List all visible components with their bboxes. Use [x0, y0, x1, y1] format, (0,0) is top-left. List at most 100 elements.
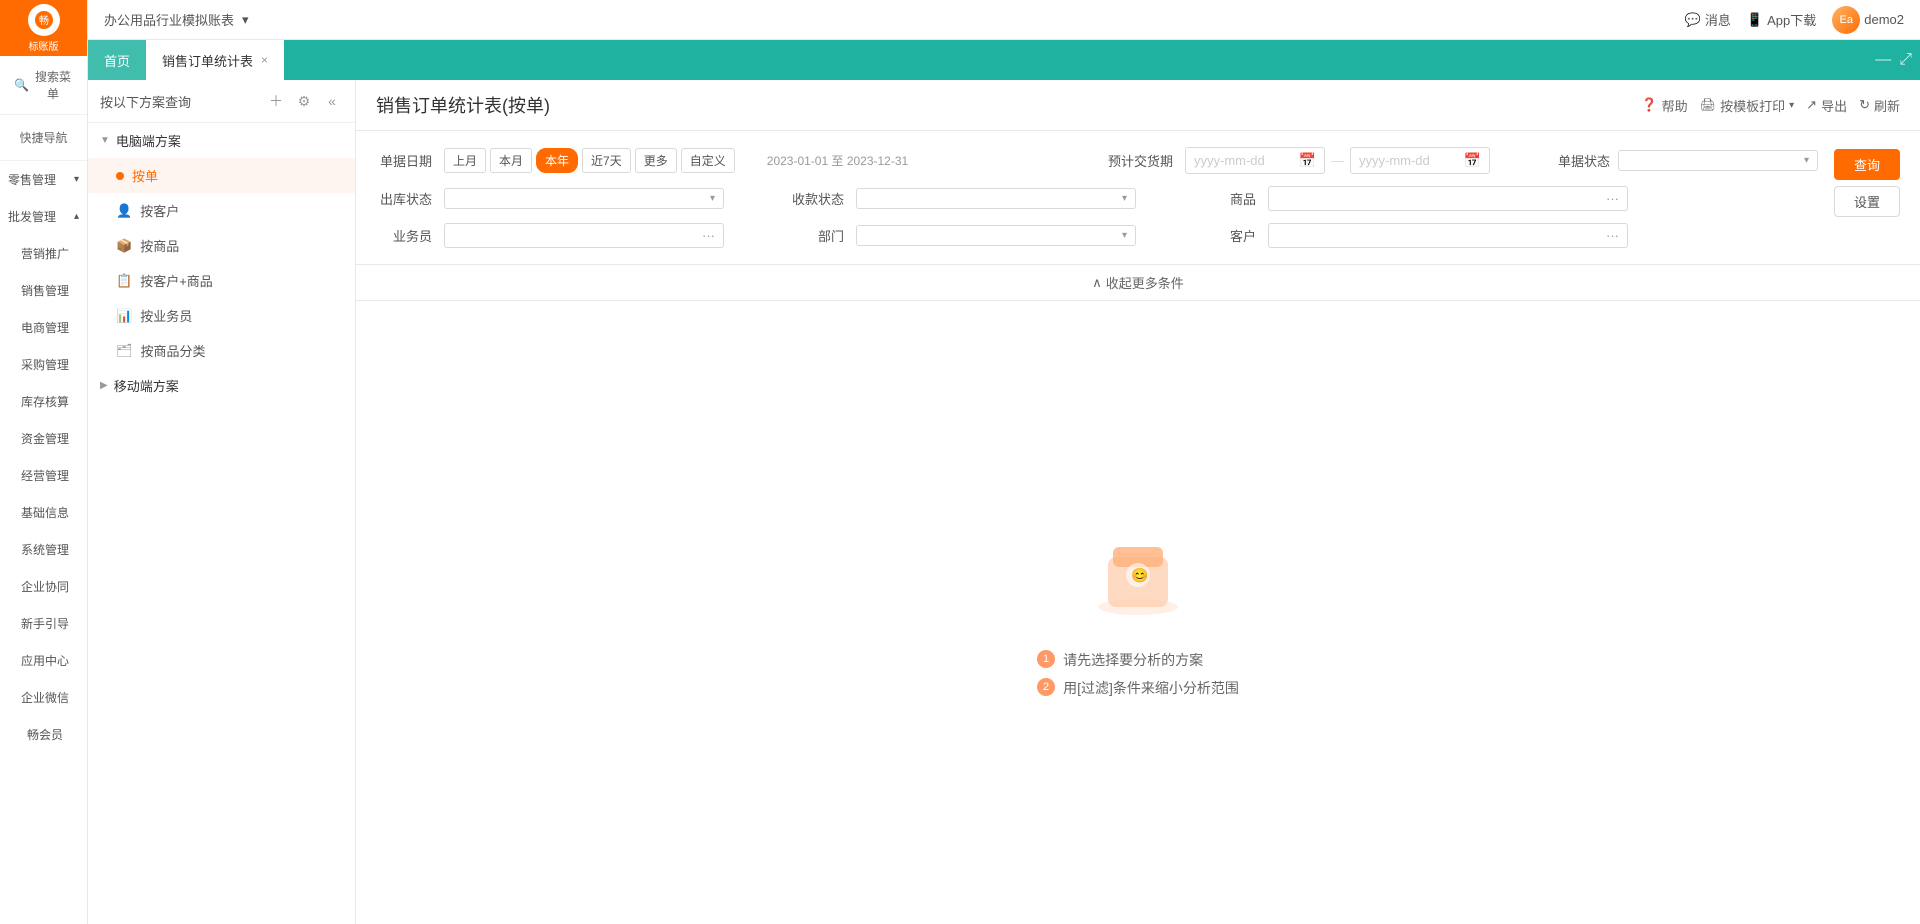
salesperson-more-icon[interactable]: ···: [702, 228, 715, 243]
sidebar-item-system[interactable]: 系统管理: [0, 531, 87, 568]
query-button[interactable]: 查询: [1834, 149, 1900, 180]
tab-sales-order-stat[interactable]: 销售订单统计表 ×: [146, 40, 284, 80]
scheme-item-by-salesperson[interactable]: 📊 按业务员: [88, 298, 355, 333]
scheme-item-by-customer-goods[interactable]: 📋 按客户+商品: [88, 263, 355, 298]
help-button[interactable]: ❓ 帮助: [1641, 96, 1687, 115]
expected-delivery-end[interactable]: yyyy-mm-dd 📅: [1350, 147, 1490, 174]
filter-row-1: 单据日期 上月 本月 本年 近7天 更多 自定义 2023-01-01 至 20…: [376, 147, 1818, 174]
sidebar-item-ecom[interactable]: 电商管理: [0, 309, 87, 346]
customer-goods-icon: 📋: [116, 273, 132, 289]
sidebar-item-wholesale-label: 批发管理: [8, 208, 56, 225]
order-status-select[interactable]: ▾: [1618, 150, 1818, 171]
sidebar-item-newbie[interactable]: 新手引导: [0, 605, 87, 642]
sidebar-item-finance[interactable]: 资金管理: [0, 420, 87, 457]
mobile-group-header[interactable]: ▶ 移动端方案: [88, 368, 355, 403]
this-month-btn[interactable]: 本月: [490, 148, 532, 173]
scheme-item-by-order[interactable]: 按单: [88, 158, 355, 193]
delivery-status-select[interactable]: ▾: [444, 188, 724, 209]
app-download-button[interactable]: 📱 App下载: [1747, 10, 1816, 29]
print-icon: 🖨: [1700, 97, 1717, 113]
receipt-status-select[interactable]: ▾: [856, 188, 1136, 209]
tab-home[interactable]: 首页: [88, 40, 146, 80]
dept-select[interactable]: ▾: [856, 225, 1136, 246]
pc-group-label: 电脑端方案: [116, 131, 181, 150]
quick-nav-button[interactable]: 快捷导航: [0, 121, 87, 154]
refresh-button[interactable]: ↻ 刷新: [1859, 96, 1900, 115]
tab-close-icon[interactable]: ×: [261, 53, 268, 67]
last-7-days-btn[interactable]: 近7天: [582, 148, 631, 173]
message-icon: 💬: [1685, 12, 1701, 28]
customer-more-icon[interactable]: ···: [1606, 228, 1619, 243]
export-icon: ↗: [1806, 97, 1817, 113]
goods-select[interactable]: ···: [1268, 186, 1628, 211]
sidebar-item-retail[interactable]: 零售管理 ▾: [0, 161, 87, 198]
template-print-label: 按模板打印: [1720, 96, 1785, 115]
collapse-panel-button[interactable]: «: [321, 90, 343, 112]
message-label: 消息: [1705, 10, 1731, 29]
scheme-item-by-customer[interactable]: 👤 按客户: [88, 193, 355, 228]
header-title: 办公用品行业模拟账表: [104, 10, 234, 29]
scheme-item-by-goods[interactable]: 📦 按商品: [88, 228, 355, 263]
sidebar-item-membership-label: 畅会员: [27, 726, 63, 743]
empty-illustration: 😊: [1078, 527, 1198, 630]
sidebar-item-sales[interactable]: 销售管理: [0, 272, 87, 309]
sidebar-item-inventory-label: 库存核算: [21, 393, 69, 410]
tab-bar-actions: — ⤢: [1875, 51, 1920, 69]
logo[interactable]: 畅 标账版: [0, 0, 87, 56]
sidebar-item-operations-label: 经营管理: [21, 467, 69, 484]
user-profile[interactable]: Ea demo2: [1832, 6, 1904, 34]
goods-label: 商品: [1200, 189, 1256, 208]
salesperson-select[interactable]: ···: [444, 223, 724, 248]
export-button[interactable]: ↗ 导出: [1806, 96, 1847, 115]
scheme-item-by-category[interactable]: 🗂 按商品分类: [88, 333, 355, 368]
page-title: 销售订单统计表(按单): [376, 92, 550, 130]
settings-button[interactable]: 设置: [1834, 186, 1900, 217]
tip-num-1: 1: [1037, 650, 1055, 668]
sidebar-item-basic[interactable]: 基础信息: [0, 494, 87, 531]
content-area: 按以下方案查询 ＋ ⚙ « ▼ 电脑端方案 按单 👤: [88, 80, 1920, 924]
sidebar-item-marketing[interactable]: 营销推广: [0, 235, 87, 272]
empty-tip-2: 2 用[过滤]条件来缩小分析范围: [1037, 678, 1239, 698]
sidebar-item-wechat[interactable]: 企业微信: [0, 679, 87, 716]
sidebar-item-inventory[interactable]: 库存核算: [0, 383, 87, 420]
scheme-by-salesperson-label: 按业务员: [140, 306, 192, 325]
user-initials: Ea: [1840, 14, 1853, 26]
mobile-group-arrow: ▶: [100, 380, 108, 391]
pc-scheme-group: ▼ 电脑端方案 按单 👤 按客户 📦 按商品 📋 按客户+商品: [88, 123, 355, 368]
last-month-btn[interactable]: 上月: [444, 148, 486, 173]
sidebar-item-operations[interactable]: 经营管理: [0, 457, 87, 494]
sidebar-item-retail-label: 零售管理: [8, 171, 56, 188]
left-panel: 按以下方案查询 ＋ ⚙ « ▼ 电脑端方案 按单 👤: [88, 80, 356, 924]
search-icon: 🔍: [14, 78, 29, 92]
settings-scheme-button[interactable]: ⚙: [293, 90, 315, 112]
refresh-label: 刷新: [1874, 96, 1900, 115]
sidebar-item-wholesale[interactable]: 批发管理 ▴: [0, 198, 87, 235]
sidebar-item-cooperation[interactable]: 企业协同: [0, 568, 87, 605]
collapse-more-conditions-button[interactable]: ∧ 收起更多条件: [1092, 273, 1184, 292]
header-dropdown-icon[interactable]: ▾: [242, 12, 249, 28]
salesperson-icon: 📊: [116, 308, 132, 324]
custom-btn[interactable]: 自定义: [681, 148, 735, 173]
sidebar-item-purchase[interactable]: 采购管理: [0, 346, 87, 383]
sidebar-item-wechat-label: 企业微信: [21, 689, 69, 706]
message-button[interactable]: 💬 消息: [1685, 10, 1731, 29]
logo-text: 标账版: [29, 38, 59, 53]
app-download-label: App下载: [1767, 10, 1816, 29]
template-print-button[interactable]: 🖨 按模板打印 ▾: [1700, 96, 1795, 115]
customer-select[interactable]: ···: [1268, 223, 1628, 248]
add-scheme-button[interactable]: ＋: [265, 90, 287, 112]
delivery-status-label: 出库状态: [376, 189, 432, 208]
tab-expand-button[interactable]: ⤢: [1899, 51, 1912, 69]
this-year-btn[interactable]: 本年: [536, 148, 578, 173]
goods-more-icon[interactable]: ···: [1606, 191, 1619, 206]
logo-icon: 畅: [28, 4, 60, 36]
more-btn[interactable]: 更多: [635, 148, 677, 173]
expected-delivery-start[interactable]: yyyy-mm-dd 📅: [1185, 147, 1325, 174]
search-menu-button[interactable]: 🔍 搜索菜单: [10, 64, 77, 106]
sidebar-item-app-center[interactable]: 应用中心: [0, 642, 87, 679]
sidebar-item-membership[interactable]: 畅会员: [0, 716, 87, 753]
help-label: 帮助: [1662, 96, 1688, 115]
pc-scheme-group-header[interactable]: ▼ 电脑端方案: [88, 123, 355, 158]
collapse-label: 收起更多条件: [1106, 273, 1184, 292]
tab-minimize-button[interactable]: —: [1875, 51, 1891, 69]
